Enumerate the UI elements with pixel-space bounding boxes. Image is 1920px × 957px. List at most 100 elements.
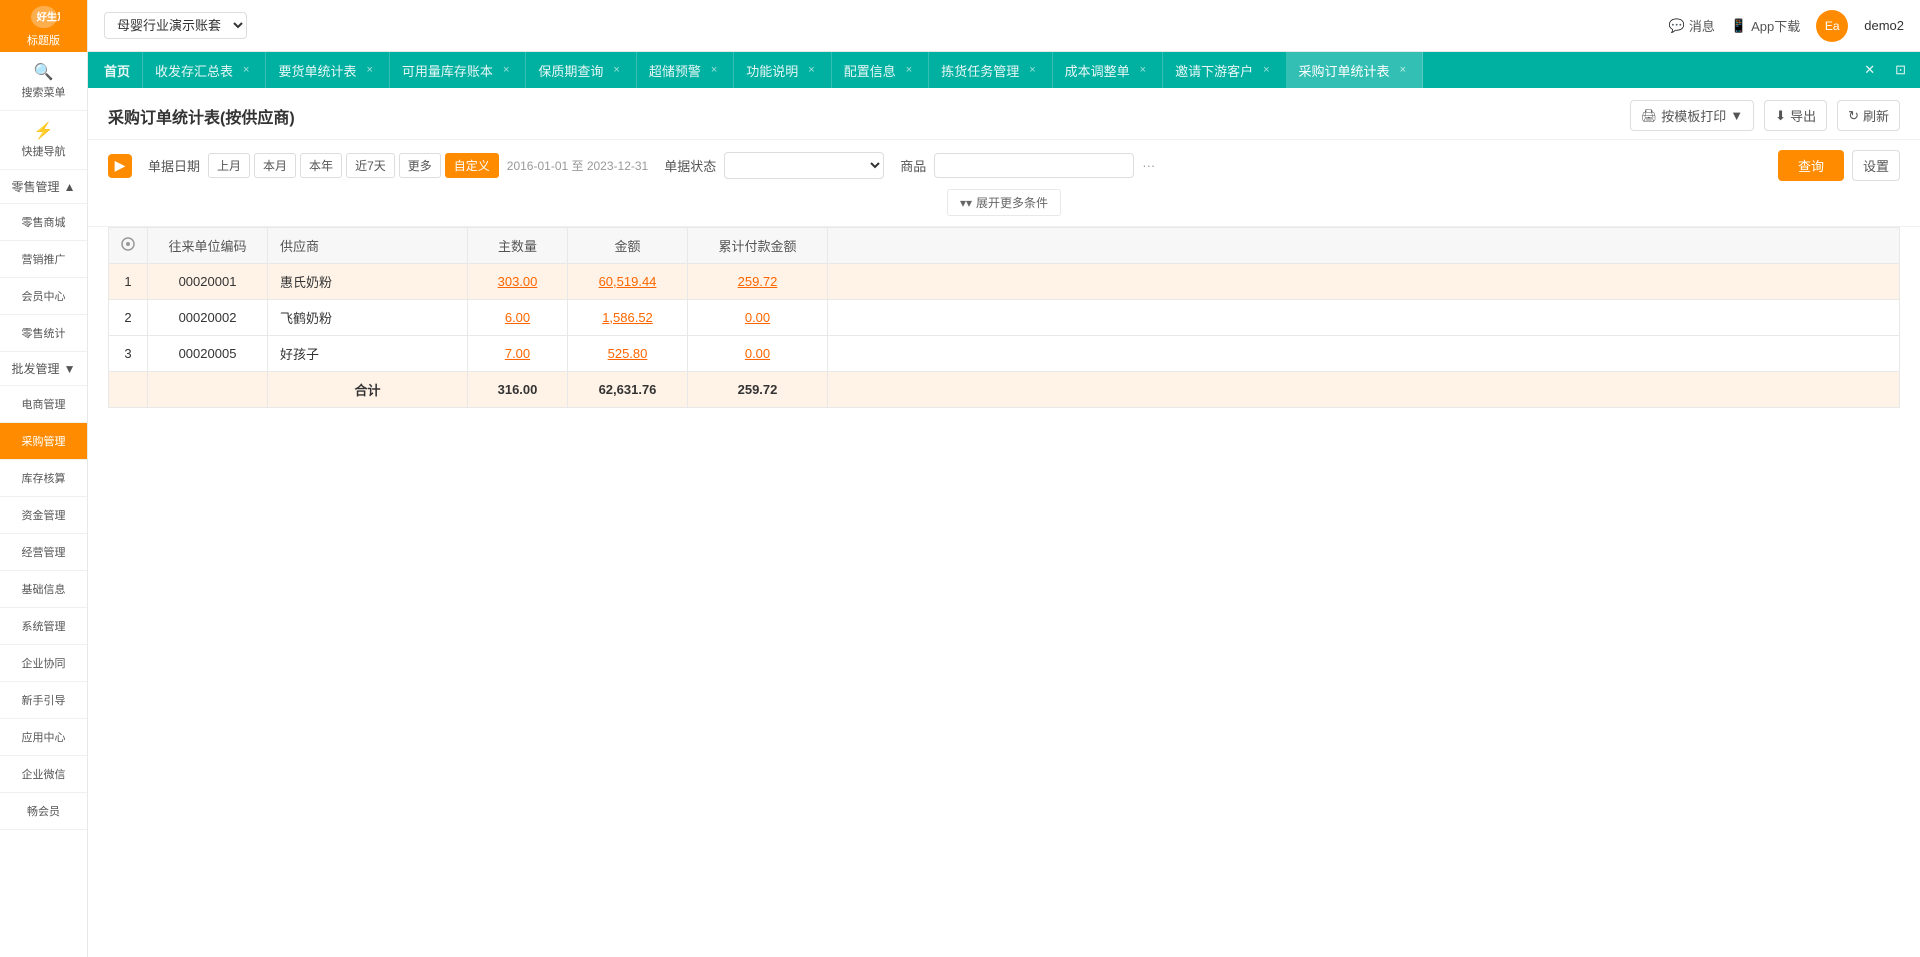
sidebar-item-inventory[interactable]: 库存核算 <box>0 460 87 497</box>
filter-settings-button[interactable]: 设置 <box>1852 150 1900 181</box>
message-link[interactable]: 💬 消息 <box>1669 16 1715 35</box>
date-btn-custom[interactable]: 自定义 <box>445 153 499 178</box>
tab-available-inventory-label: 可用量库存账本 <box>402 61 493 80</box>
export-button[interactable]: ⬇ 导出 <box>1764 100 1827 131</box>
date-btn-last7days[interactable]: 近7天 <box>346 153 395 178</box>
status-select[interactable] <box>724 152 884 179</box>
tab-requisition-stats[interactable]: 要货单统计表 × <box>266 52 389 88</box>
tab-picking-task[interactable]: 拣货任务管理 × <box>929 52 1052 88</box>
th-settings[interactable] <box>109 228 148 264</box>
tab-cost-adjust[interactable]: 成本调整单 × <box>1053 52 1163 88</box>
topbar: 母婴行业演示账套 💬 消息 📱 App下载 Ea demo2 <box>88 0 1920 52</box>
tab-expiry-query[interactable]: 保质期查询 × <box>526 52 636 88</box>
sidebar-item-basic-info[interactable]: 基础信息 <box>0 571 87 608</box>
td-row-no-2: 2 <box>109 300 148 336</box>
td-amount-3[interactable]: 525.80 <box>568 336 688 372</box>
th-qty: 主数量 <box>468 228 568 264</box>
td-amount-1[interactable]: 60,519.44 <box>568 264 688 300</box>
tab-purchase-order-stats[interactable]: 采购订单统计表 × <box>1287 52 1423 88</box>
filter-date-group: 单据日期 上月 本月 本年 近7天 更多 自定义 2016-01-01 至 20… <box>148 153 648 178</box>
expand-more-btn[interactable]: ▾▾ 展开更多条件 <box>947 189 1061 216</box>
tab-config-info-close[interactable]: × <box>902 62 916 78</box>
tab-config-info-label: 配置信息 <box>844 61 896 80</box>
tab-overstock-alert[interactable]: 超储预警 × <box>637 52 734 88</box>
td-paid-3[interactable]: 0.00 <box>688 336 828 372</box>
close-all-tabs[interactable]: ✕ <box>1858 60 1881 80</box>
td-empty-3 <box>828 336 1900 372</box>
tab-invite-customer-close[interactable]: × <box>1259 62 1273 78</box>
sidebar-item-members[interactable]: 会员中心 <box>0 278 87 315</box>
sidebar-item-finance[interactable]: 资金管理 <box>0 497 87 534</box>
sidebar-item-ecommerce[interactable]: 电商管理 <box>0 386 87 423</box>
sidebar-item-search[interactable]: 🔍 搜索菜单 <box>0 52 87 111</box>
tab-receipt-summary[interactable]: 收发存汇总表 × <box>143 52 266 88</box>
page-header: 采购订单统计表(按供应商) 🖨 按模板打印 ▼ ⬇ 导出 ↻ 刷新 <box>88 88 1920 140</box>
sidebar-item-operations[interactable]: 经营管理 <box>0 534 87 571</box>
date-btn-this-month[interactable]: 本月 <box>254 153 296 178</box>
td-paid-1[interactable]: 259.72 <box>688 264 828 300</box>
td-qty-3[interactable]: 7.00 <box>468 336 568 372</box>
username[interactable]: demo2 <box>1864 18 1904 33</box>
table-row[interactable]: 1 00020001 惠氏奶粉 303.00 60,519.44 259.72 <box>109 264 1900 300</box>
table-container: 往来单位编码 供应商 主数量 金额 <box>88 227 1920 428</box>
goods-more-icon[interactable]: ··· <box>1142 158 1155 173</box>
date-quick-btns: 上月 本月 本年 近7天 更多 自定义 <box>208 153 499 178</box>
maximize-tab[interactable]: ⊡ <box>1889 60 1912 80</box>
sidebar-item-marketing[interactable]: 营销推广 <box>0 241 87 278</box>
sidebar-item-wholesale-mgmt[interactable]: 批发管理 ▼ <box>0 352 87 386</box>
filter-toggle-btn[interactable]: ▶ <box>108 154 132 178</box>
export-icon: ⬇ <box>1775 108 1786 124</box>
td-code-2: 00020002 <box>148 300 268 336</box>
sidebar-item-purchase[interactable]: 采购管理 <box>0 423 87 460</box>
tab-cost-adjust-close[interactable]: × <box>1136 62 1150 78</box>
tab-purchase-order-stats-close[interactable]: × <box>1396 62 1410 78</box>
tab-function-desc-close[interactable]: × <box>804 62 818 78</box>
goods-input[interactable] <box>934 153 1134 178</box>
tab-expiry-query-close[interactable]: × <box>609 62 623 78</box>
sidebar-item-enterprise-collab[interactable]: 企业协同 <box>0 645 87 682</box>
sidebar-item-app-center[interactable]: 应用中心 <box>0 719 87 756</box>
date-btn-last-month[interactable]: 上月 <box>208 153 250 178</box>
table-row[interactable]: 2 00020002 飞鹤奶粉 6.00 1,586.52 0.00 <box>109 300 1900 336</box>
tab-expiry-query-label: 保质期查询 <box>538 61 603 80</box>
goods-filter-label: 商品 <box>900 156 926 175</box>
chevron-down-icon-2: ▼ <box>64 362 76 376</box>
tab-function-desc[interactable]: 功能说明 × <box>734 52 831 88</box>
chevron-down-icon: ▲ <box>64 180 76 194</box>
search-button[interactable]: 查询 <box>1778 150 1844 181</box>
tab-invite-customer[interactable]: 邀请下游客户 × <box>1163 52 1286 88</box>
sidebar-item-retail-mall[interactable]: 零售商城 <box>0 204 87 241</box>
refresh-button[interactable]: ↻ 刷新 <box>1837 100 1900 131</box>
print-label: 按模板打印 <box>1661 106 1726 125</box>
workspace-selector[interactable]: 母婴行业演示账套 <box>104 12 247 39</box>
print-button[interactable]: 🖨 按模板打印 ▼ <box>1630 100 1754 131</box>
sidebar-item-retail-mgmt[interactable]: 零售管理 ▲ <box>0 170 87 204</box>
tab-available-inventory-close[interactable]: × <box>499 62 513 78</box>
tab-overstock-alert-close[interactable]: × <box>707 62 721 78</box>
sidebar-item-newbie[interactable]: 新手引导 <box>0 682 87 719</box>
td-paid-2[interactable]: 0.00 <box>688 300 828 336</box>
tab-picking-task-close[interactable]: × <box>1025 62 1039 78</box>
td-amount-2[interactable]: 1,586.52 <box>568 300 688 336</box>
table-row[interactable]: 3 00020005 好孩子 7.00 525.80 0.00 <box>109 336 1900 372</box>
sidebar-item-quicknav[interactable]: ⚡ 快捷导航 <box>0 111 87 170</box>
sidebar-item-retail-stats[interactable]: 零售统计 <box>0 315 87 352</box>
tab-config-info[interactable]: 配置信息 × <box>832 52 929 88</box>
date-btn-more[interactable]: 更多 <box>399 153 441 178</box>
sidebar-item-member-program[interactable]: 畅会员 <box>0 793 87 830</box>
th-supplier: 供应商 <box>268 228 468 264</box>
page-container: 采购订单统计表(按供应商) 🖨 按模板打印 ▼ ⬇ 导出 ↻ 刷新 <box>88 88 1920 957</box>
td-qty-2[interactable]: 6.00 <box>468 300 568 336</box>
tab-home[interactable]: 首页 <box>92 52 143 88</box>
tab-available-inventory[interactable]: 可用量库存账本 × <box>390 52 526 88</box>
user-avatar[interactable]: Ea <box>1816 10 1848 42</box>
tab-receipt-summary-close[interactable]: × <box>239 62 253 78</box>
sidebar-item-system[interactable]: 系统管理 <box>0 608 87 645</box>
date-btn-this-year[interactable]: 本年 <box>300 153 342 178</box>
app-download-link[interactable]: 📱 App下载 <box>1731 16 1800 35</box>
td-qty-1[interactable]: 303.00 <box>468 264 568 300</box>
sidebar-item-wechat[interactable]: 企业微信 <box>0 756 87 793</box>
topbar-left: 母婴行业演示账套 <box>104 12 247 39</box>
data-table: 往来单位编码 供应商 主数量 金额 <box>108 227 1900 408</box>
tab-requisition-stats-close[interactable]: × <box>362 62 376 78</box>
